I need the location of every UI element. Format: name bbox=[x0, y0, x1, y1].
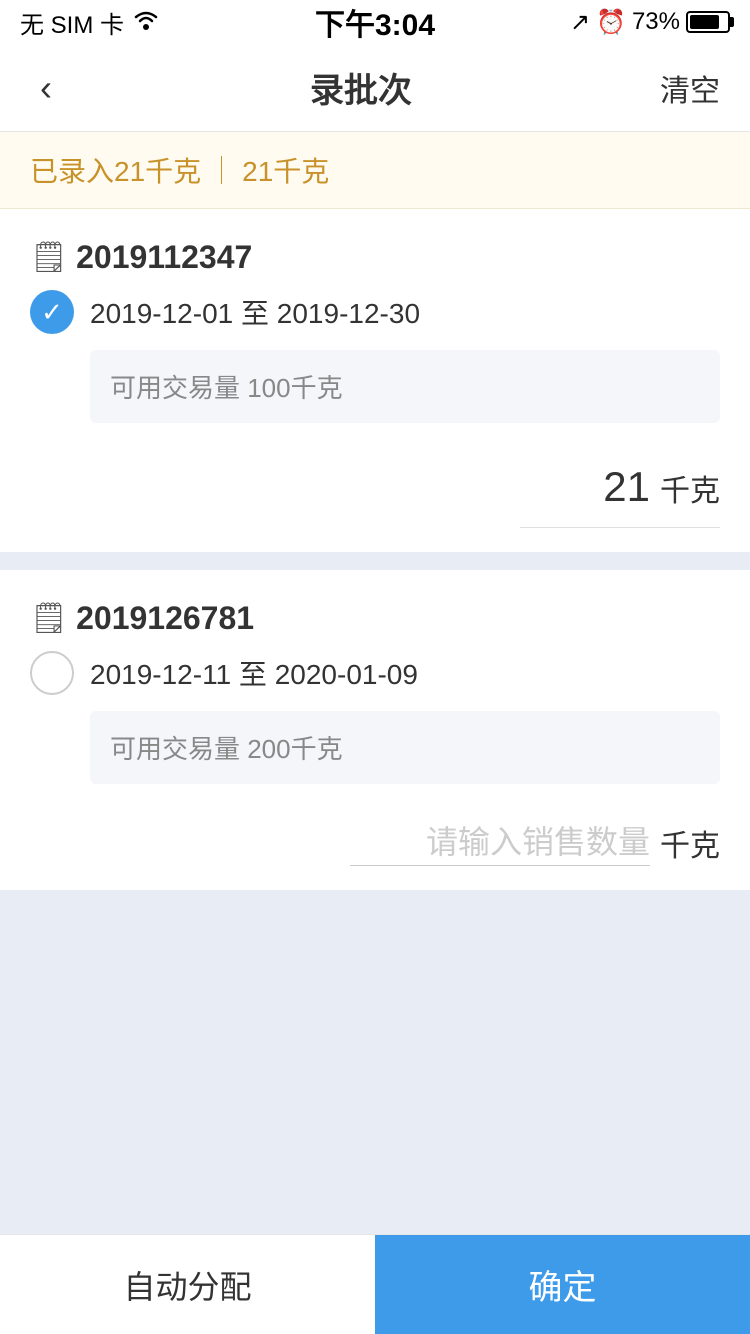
batch-2-input-unit: 千克 bbox=[660, 821, 720, 865]
check-mark-1: ✓ bbox=[41, 297, 63, 328]
status-left: 无 SIM 卡 bbox=[20, 5, 160, 40]
nav-bar: ‹ 录批次 清空 bbox=[0, 44, 750, 132]
page-title: 录批次 bbox=[310, 63, 412, 112]
auto-distribute-button[interactable]: 自动分配 bbox=[0, 1235, 375, 1334]
batch-1-qty-text: 可用交易量 100千克 bbox=[110, 373, 343, 403]
sim-status: 无 SIM 卡 bbox=[20, 5, 124, 40]
wifi-icon bbox=[132, 8, 160, 37]
batch-2-id: 2019126781 bbox=[76, 600, 254, 637]
status-right: ↗ ⏰ 73% bbox=[570, 8, 730, 37]
qty-input-2[interactable] bbox=[350, 820, 650, 866]
batch-1-qty-box: 可用交易量 100千克 bbox=[90, 350, 720, 423]
section-separator-1 bbox=[0, 552, 750, 570]
batch-1-date: 2019-12-01 至 2019-12-30 bbox=[90, 292, 420, 332]
recorded-label: 已录入21千克 bbox=[30, 150, 201, 190]
batch-2-date-row[interactable]: 2019-12-11 至 2020-01-09 bbox=[30, 651, 720, 695]
clear-button[interactable]: 清空 bbox=[660, 66, 720, 110]
batch-1-input-row bbox=[0, 511, 750, 552]
document-icon-1: 🗒 bbox=[30, 240, 68, 275]
battery-percentage: 73% bbox=[632, 8, 680, 36]
batch-2-radio[interactable] bbox=[30, 651, 74, 695]
batch-item-2: 🗒 2019126781 2019-12-11 至 2020-01-09 可用交… bbox=[0, 570, 750, 804]
batch-2-input-row: 千克 bbox=[0, 804, 750, 890]
batch-2-qty-box: 可用交易量 200千克 bbox=[90, 711, 720, 784]
batch-2-date: 2019-12-11 至 2020-01-09 bbox=[90, 653, 418, 693]
batch-1-amount: 21 bbox=[603, 463, 650, 511]
document-icon-2: 🗒 bbox=[30, 601, 68, 636]
bottom-bar: 自动分配 确定 bbox=[0, 1234, 750, 1334]
batch-2-qty-text: 可用交易量 200千克 bbox=[110, 734, 343, 764]
info-banner: 已录入21千克 21千克 bbox=[0, 132, 750, 209]
qty-input-wrapper[interactable] bbox=[30, 820, 650, 866]
recorded-value: 21千克 bbox=[242, 150, 329, 190]
info-divider bbox=[221, 156, 222, 184]
battery-icon bbox=[686, 11, 730, 33]
batch-1-header: 🗒 2019112347 bbox=[30, 239, 720, 276]
alarm-icon: ⏰ bbox=[596, 8, 626, 37]
batch-1-amount-row: 21 千克 bbox=[0, 443, 750, 511]
back-button[interactable]: ‹ bbox=[30, 57, 62, 119]
batch-1-id: 2019112347 bbox=[76, 239, 252, 276]
batch-1-radio[interactable]: ✓ bbox=[30, 290, 74, 334]
batch-1-unit: 千克 bbox=[660, 466, 720, 510]
content-wrap: 🗒 2019112347 ✓ 2019-12-01 至 2019-12-30 可… bbox=[0, 209, 750, 1311]
batch-1-date-row[interactable]: ✓ 2019-12-01 至 2019-12-30 bbox=[30, 290, 720, 334]
confirm-button[interactable]: 确定 bbox=[375, 1235, 750, 1334]
batch-2-header: 🗒 2019126781 bbox=[30, 600, 720, 637]
status-bar: 无 SIM 卡 下午3:04 ↗ ⏰ 73% bbox=[0, 0, 750, 44]
batch-item-1: 🗒 2019112347 ✓ 2019-12-01 至 2019-12-30 可… bbox=[0, 209, 750, 443]
status-time: 下午3:04 bbox=[315, 0, 435, 44]
location-icon: ↗ bbox=[570, 8, 590, 37]
